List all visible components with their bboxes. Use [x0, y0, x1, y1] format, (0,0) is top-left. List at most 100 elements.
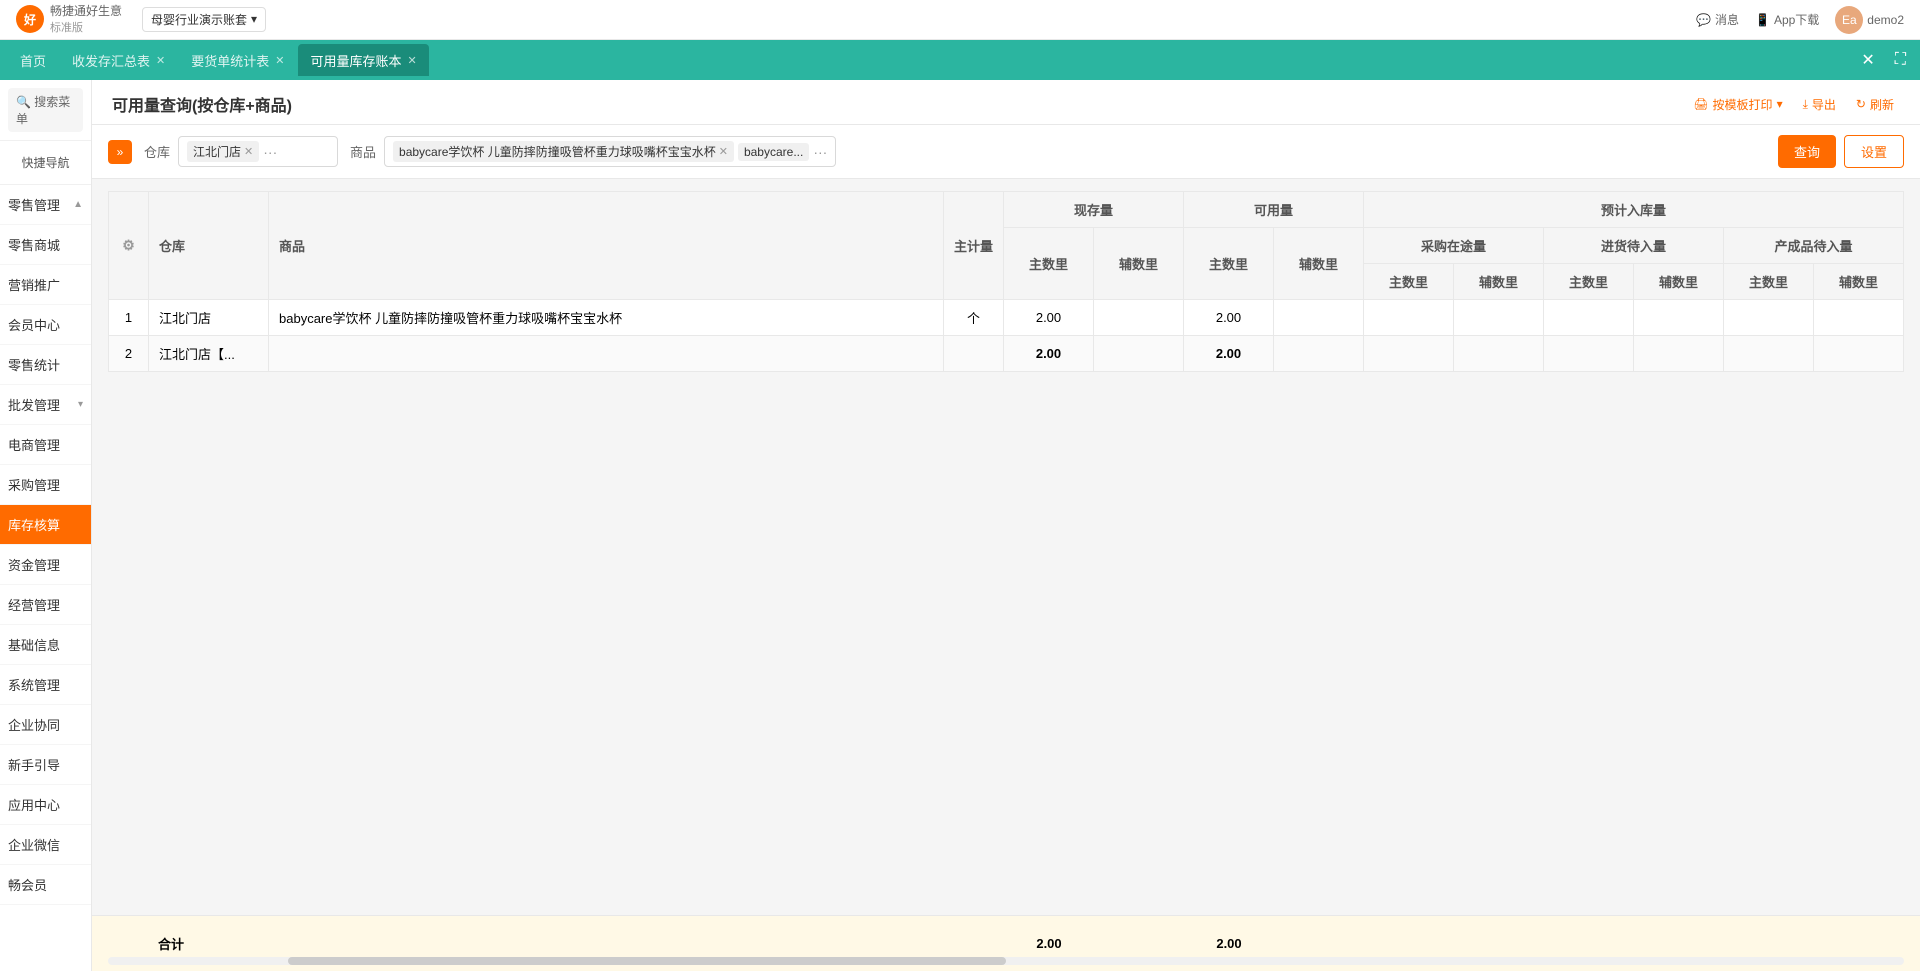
- cell-seq-1: 1: [109, 300, 149, 336]
- refresh-icon: ↻: [1856, 97, 1866, 111]
- retail-shop-label: 零售商城: [8, 235, 60, 254]
- retail-mgmt-label: 零售管理: [8, 195, 60, 214]
- close-order-stats-icon[interactable]: ✕: [275, 54, 284, 67]
- sidebar-item-marketing[interactable]: 营销推广: [0, 265, 91, 305]
- export-btn[interactable]: ⤓ 导出: [1797, 93, 1842, 116]
- th-product: 商品: [269, 192, 944, 300]
- maximize-btn[interactable]: ⛶: [1889, 49, 1912, 71]
- inventory-check-label: 库存核算: [8, 515, 60, 534]
- receive-summary-label: 收发存汇总表: [72, 51, 150, 70]
- sidebar-item-finance-mgmt[interactable]: 资金管理: [0, 545, 91, 585]
- product-filter-more-icon[interactable]: ···: [813, 144, 827, 160]
- cell-product-2: [269, 336, 944, 372]
- warehouse-filter-tag: 江北门店 ✕: [187, 141, 259, 162]
- industry-label: 母婴行业演示账套: [151, 11, 247, 28]
- close-all-tabs-btn[interactable]: ✕: [1855, 48, 1880, 72]
- cell-avail-aux-2: [1274, 336, 1364, 372]
- cell-current-aux-2: [1094, 336, 1184, 372]
- gear-icon[interactable]: ⚙: [122, 237, 135, 253]
- setting-button[interactable]: 设置: [1844, 135, 1904, 168]
- avatar: Ea: [1835, 6, 1863, 34]
- th-inbound-main: 主数里: [1544, 264, 1634, 300]
- sidebar-item-business-mgmt[interactable]: 经营管理: [0, 585, 91, 625]
- th-purchase-aux: 辅数里: [1454, 264, 1544, 300]
- refresh-btn[interactable]: ↻ 刷新: [1850, 93, 1900, 116]
- filter-expand-btn[interactable]: »: [108, 140, 132, 164]
- th-purchase-transit: 采购在途量: [1364, 228, 1544, 264]
- industry-selector[interactable]: 母婴行业演示账套 ▾: [142, 7, 266, 32]
- product-filter-label: 商品: [350, 142, 376, 161]
- sidebar-item-ecommerce-mgmt[interactable]: 电商管理: [0, 425, 91, 465]
- newbie-guide-label: 新手引导: [8, 755, 60, 774]
- app-download-btn[interactable]: 📱 App下载: [1755, 11, 1819, 28]
- table-header-row1: ⚙ 仓库 商品 主计量 现存量 可用量 预计入库量: [109, 192, 1904, 228]
- user-profile[interactable]: Ea demo2: [1835, 6, 1904, 34]
- warehouse-filter-more-icon[interactable]: ···: [263, 144, 277, 160]
- sidebar-item-system-mgmt[interactable]: 系统管理: [0, 665, 91, 705]
- cell-warehouse-2: 江北门店【...: [149, 336, 269, 372]
- table-row: 2 江北门店【... 2.00 2.00: [109, 336, 1904, 372]
- top-bar-right: 💬 消息 📱 App下载 Ea demo2: [1696, 6, 1904, 34]
- ecommerce-mgmt-label: 电商管理: [8, 435, 60, 454]
- sidebar-item-purchase-mgmt[interactable]: 采购管理: [0, 465, 91, 505]
- sidebar-item-member[interactable]: 畅会员: [0, 865, 91, 905]
- product-tag1-close-icon[interactable]: ✕: [719, 145, 728, 158]
- sidebar: 🔍 搜索菜单 快捷导航 零售管理 ▲ 零售商城 营销推广 会员中心 零售统计: [0, 80, 92, 971]
- sidebar-item-member-center[interactable]: 会员中心: [0, 305, 91, 345]
- product-filter-group: 商品 babycare学饮杯 儿童防摔防撞吸管杯重力球吸嘴杯宝宝水杯 ✕ bab…: [350, 136, 836, 167]
- cell-unit-1: 个: [944, 300, 1004, 336]
- tab-receive-summary[interactable]: 收发存汇总表 ✕: [60, 44, 177, 76]
- sidebar-item-enterprise-wechat[interactable]: 企业微信: [0, 825, 91, 865]
- sidebar-item-basic-info[interactable]: 基础信息: [0, 625, 91, 665]
- close-available-stock-icon[interactable]: ✕: [408, 54, 417, 67]
- tab-home[interactable]: 首页: [8, 44, 58, 76]
- enterprise-wechat-label: 企业微信: [8, 835, 60, 854]
- sidebar-item-app-center[interactable]: 应用中心: [0, 785, 91, 825]
- finance-mgmt-label: 资金管理: [8, 555, 60, 574]
- sidebar-item-retail-stats[interactable]: 零售统计: [0, 345, 91, 385]
- close-receive-summary-icon[interactable]: ✕: [156, 54, 165, 67]
- sidebar-item-retail-mgmt[interactable]: 零售管理 ▲: [0, 185, 91, 225]
- product-filter-input[interactable]: babycare学饮杯 儿童防摔防撞吸管杯重力球吸嘴杯宝宝水杯 ✕ babyca…: [384, 136, 836, 167]
- scrollbar-thumb[interactable]: [288, 957, 1006, 965]
- business-mgmt-label: 经营管理: [8, 595, 60, 614]
- top-bar: 好 畅捷通好生意 标准版 母婴行业演示账套 ▾ 💬 消息 📱 App下载 Ea …: [0, 0, 1920, 40]
- tab-available-stock[interactable]: 可用量库存账本 ✕: [298, 44, 428, 76]
- sidebar-search-area: 🔍 搜索菜单: [0, 80, 91, 141]
- query-button[interactable]: 查询: [1778, 135, 1836, 168]
- sidebar-item-inventory-check[interactable]: 库存核算: [0, 505, 91, 545]
- horizontal-scrollbar[interactable]: [92, 955, 1920, 967]
- available-stock-label: 可用量库存账本: [310, 51, 401, 70]
- warehouse-filter-input[interactable]: 江北门店 ✕ ···: [178, 136, 338, 167]
- th-current-stock: 现存量: [1004, 192, 1184, 228]
- filter-bar: » 仓库 江北门店 ✕ ··· 商品 babycare学饮杯 儿童防摔防撞吸管杯…: [92, 125, 1920, 179]
- marketing-label: 营销推广: [8, 275, 60, 294]
- logo-text-wrap: 畅捷通好生意 标准版: [50, 4, 122, 34]
- sidebar-item-wholesale-mgmt[interactable]: 批发管理 ▾: [0, 385, 91, 425]
- page-header: 可用量查询(按仓库+商品) 🖨 按模板打印 ▾ ⤓ 导出 ↻ 刷新: [92, 80, 1920, 125]
- cell-production-aux-2: [1814, 336, 1904, 372]
- sidebar-item-newbie-guide[interactable]: 新手引导: [0, 745, 91, 785]
- cell-inbound-main-2: [1544, 336, 1634, 372]
- sidebar-item-retail-shop[interactable]: 零售商城: [0, 225, 91, 265]
- cell-production-main-2: [1724, 336, 1814, 372]
- th-production-main: 主数里: [1724, 264, 1814, 300]
- sidebar-quick-nav[interactable]: 快捷导航: [0, 147, 91, 178]
- cell-inbound-aux-1: [1634, 300, 1724, 336]
- table-area: ⚙ 仓库 商品 主计量 现存量 可用量 预计入库量 主数里 辅数里 主数里 辅数…: [92, 179, 1920, 915]
- th-available: 可用量: [1184, 192, 1364, 228]
- cell-avail-main-1: 2.00: [1184, 300, 1274, 336]
- page-title: 可用量查询(按仓库+商品): [112, 92, 292, 116]
- warehouse-tag-close-icon[interactable]: ✕: [244, 145, 253, 158]
- product-filter-tag2: babycare...: [738, 143, 809, 161]
- tab-order-stats[interactable]: 要货单统计表 ✕: [179, 44, 296, 76]
- print-btn[interactable]: 🖨 按模板打印 ▾: [1687, 93, 1788, 116]
- download-icon: 📱: [1755, 13, 1770, 27]
- message-btn[interactable]: 💬 消息: [1696, 11, 1739, 28]
- th-seq: ⚙: [109, 192, 149, 300]
- sidebar-item-enterprise-collab[interactable]: 企业协同: [0, 705, 91, 745]
- search-menu-btn[interactable]: 🔍 搜索菜单: [8, 88, 83, 132]
- retail-mgmt-arrow: ▲: [73, 199, 83, 210]
- th-production-aux: 辅数里: [1814, 264, 1904, 300]
- message-label: 消息: [1715, 11, 1739, 28]
